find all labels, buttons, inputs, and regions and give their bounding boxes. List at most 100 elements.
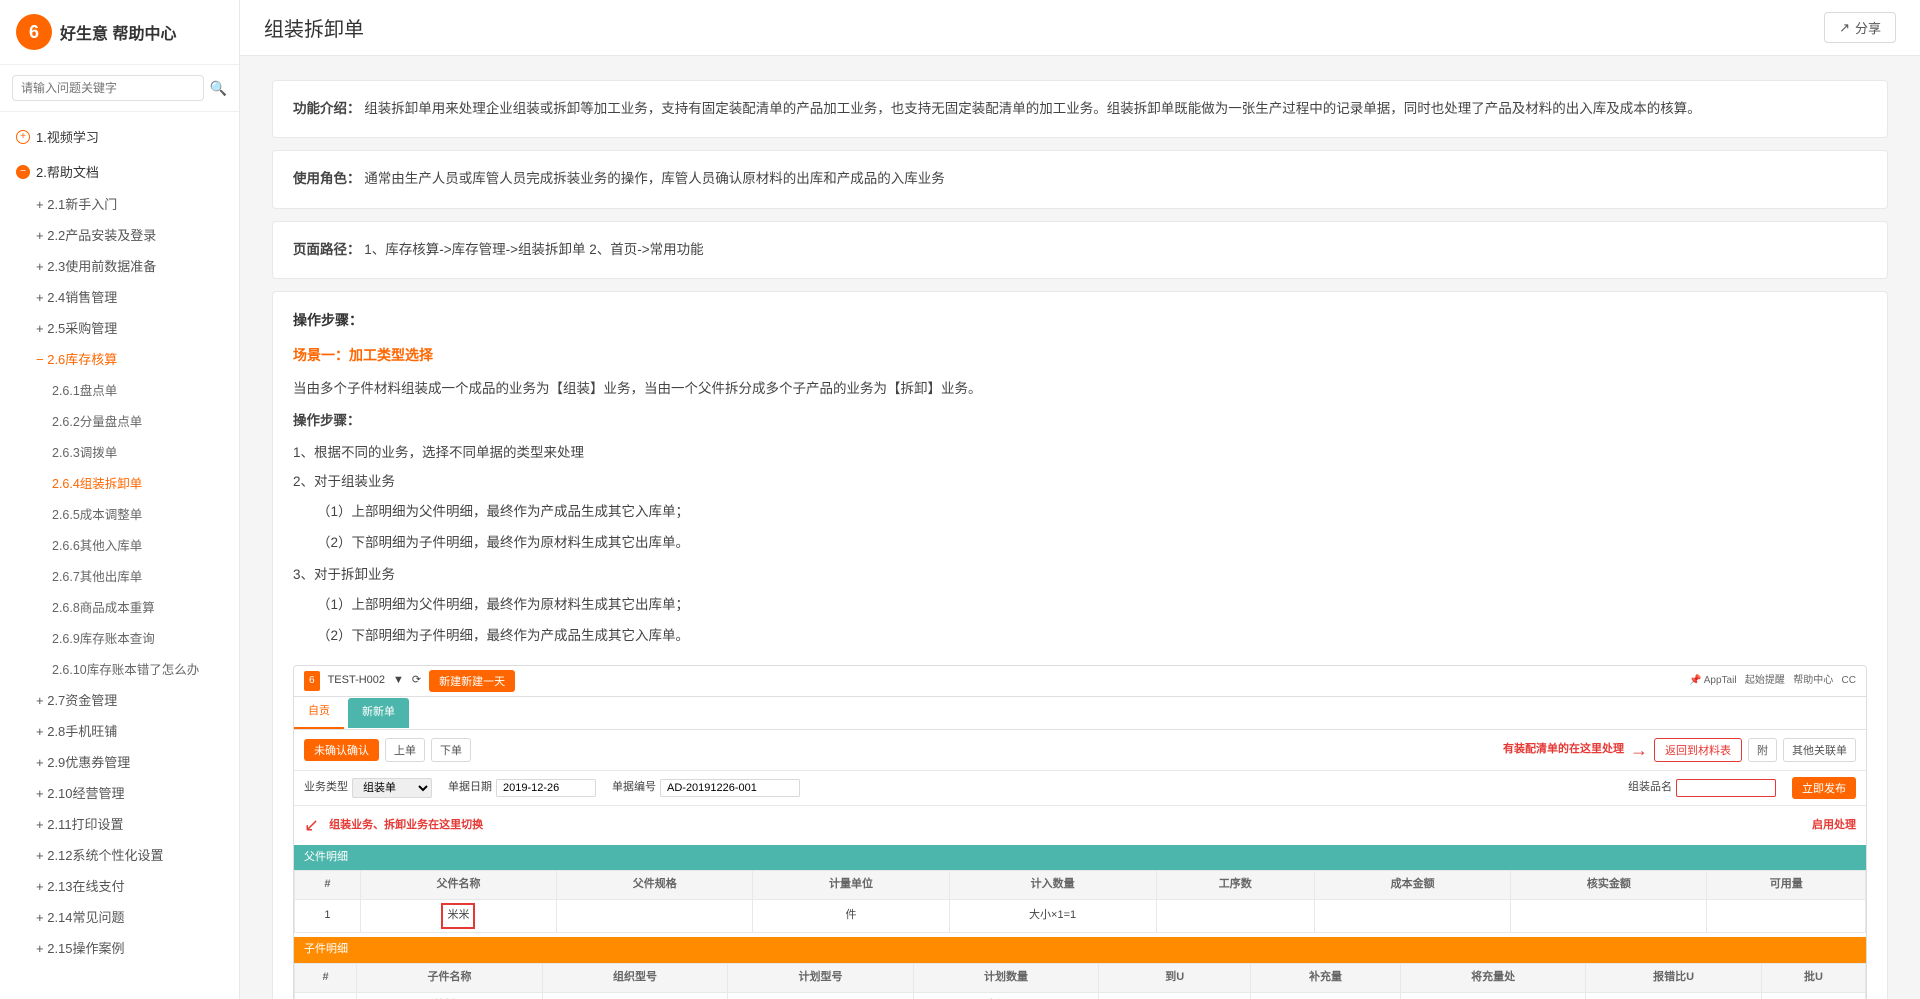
role-card: 使用角色： 通常由生产人员或库管人员完成拆装业务的操作，库管人员确认原材料的出库… [272, 150, 1888, 208]
sidebar-nav: + 1.视频学习 − 2.帮助文档 + 2.1新手入门 + 2.2产品安装及登录 [0, 112, 239, 999]
search-button[interactable]: 🔍 [210, 80, 227, 97]
sim-t2-th-supp: 补充量 [1251, 963, 1401, 992]
sim-child-section: 子件明细 [294, 937, 1866, 963]
collapse-icon: − [16, 165, 30, 179]
sim-th-cost: 成本金额 [1314, 871, 1510, 900]
sim-orgname-field: 组装品名 [1628, 777, 1776, 799]
annotation-middle: 组装业务、拆卸业务在这里切换 [329, 816, 483, 836]
sidebar-item-print[interactable]: + 2.11打印设置 [0, 808, 239, 839]
sim-th-num: # [295, 871, 361, 900]
share-button[interactable]: ↗ 分享 [1824, 12, 1896, 43]
sim-tab-new[interactable]: 新新单 [348, 698, 409, 728]
sidebar-item-payment[interactable]: + 2.13在线支付 [0, 870, 239, 901]
sim-next-btn[interactable]: 下单 [431, 738, 471, 762]
sim-back-btn[interactable]: 返回到材料表 [1654, 738, 1742, 762]
sidebar-item-cases[interactable]: + 2.15操作案例 [0, 932, 239, 963]
sidebar-item-install[interactable]: + 2.2产品安装及登录 [0, 219, 239, 250]
sidebar-item-purchase[interactable]: + 2.5采购管理 [0, 312, 239, 343]
table-row: 1 米米 件 大小×1=1 [295, 900, 1866, 933]
sim-confirm-btn[interactable]: 立即发布 [1792, 777, 1856, 799]
sidebar-item-cost-recalc[interactable]: 2.6.8商品成本重算 [0, 591, 239, 622]
sidebar-item-label: 2.8手机旺铺 [47, 724, 117, 739]
sim-new-btn[interactable]: 新建新建一天 [429, 670, 515, 692]
sidebar-item-ledger-query[interactable]: 2.6.9库存账本查询 [0, 622, 239, 653]
sidebar-item-ledger-error[interactable]: 2.6.10库存账本错了怎么办 [0, 653, 239, 684]
intro-card: 功能介绍： 组装拆卸单用来处理企业组装或拆卸等加工业务，支持有固定装配清单的产品… [272, 80, 1888, 138]
sidebar-item-label: 2.帮助文档 [36, 162, 99, 181]
expand-icon: + [36, 290, 44, 305]
sim-t2-td-cname: 粮材 1 [357, 992, 543, 999]
sim-doc-type-select[interactable]: 组装单 拆卸单 [352, 778, 432, 798]
sim-prev-btn[interactable]: 上单 [385, 738, 425, 762]
role-text: 通常由生产人员或库管人员完成拆装业务的操作，库管人员确认原材料的出库和产成品的入… [364, 171, 945, 186]
sim-extra-btn[interactable]: 附 [1748, 738, 1777, 762]
sim-td-qty: 大小×1=1 [949, 900, 1156, 933]
sim-unconfirm-btn[interactable]: 未确认确认 [304, 739, 379, 761]
sidebar-item-label: 2.10经营管理 [47, 786, 124, 801]
sim-t2-td-batch [1761, 992, 1865, 999]
sidebar-item-other-out[interactable]: 2.6.7其他出库单 [0, 560, 239, 591]
sidebar-item-data-prep[interactable]: + 2.3使用前数据准备 [0, 250, 239, 281]
sidebar-item-transfer[interactable]: 2.6.3调拨单 [0, 436, 239, 467]
sidebar-item-video-learning[interactable]: + 1.视频学习 [0, 120, 239, 153]
expand-icon: + [16, 130, 30, 144]
sim-td-verify [1511, 900, 1707, 933]
sidebar-item-label: 2.12系统个性化设置 [47, 848, 163, 863]
sim-orgname-input[interactable] [1676, 779, 1776, 797]
sim-date-input[interactable] [496, 779, 596, 797]
sim-extra-btn2[interactable]: 其他关联单 [1783, 738, 1856, 762]
sim-top-bar: 6 TEST-H002 ▼ ⟳ 新建新建一天 📌 AppTail 起始提醒 帮助… [294, 666, 1866, 697]
nav-section-help-docs: − 2.帮助文档 + 2.1新手入门 + 2.2产品安装及登录 + 2.3使用前… [0, 155, 239, 963]
sidebar-item-label: 2.13在线支付 [47, 879, 124, 894]
logo-text: 好生意 帮助中心 [60, 20, 176, 44]
sidebar-item-label: 1.视频学习 [36, 127, 99, 146]
sidebar-item-cost-adjust[interactable]: 2.6.5成本调整单 [0, 498, 239, 529]
logo-icon: 6 [16, 14, 52, 50]
sidebar-item-custom[interactable]: + 2.12系统个性化设置 [0, 839, 239, 870]
search-input[interactable] [12, 75, 204, 101]
sidebar-item-assembly[interactable]: 2.6.4组装拆卸单 [0, 467, 239, 498]
sim-t2-td-ratio: 0.00 [1586, 992, 1762, 999]
sidebar-item-other-in[interactable]: 2.6.6其他入库单 [0, 529, 239, 560]
sim-table2: # 子件名称 组织型号 计划型号 计划数量 到U 补充量 将充量处 报错比U [294, 963, 1866, 999]
sim-system-name: TEST-H002 [328, 671, 385, 691]
step3: 3、对于拆卸业务 [293, 562, 1867, 588]
sim-td-pspec [557, 900, 753, 933]
sidebar-item-mobile[interactable]: + 2.8手机旺铺 [0, 715, 239, 746]
sim-top-icons: 📌 AppTail 起始提醒 帮助中心 CC [1689, 672, 1856, 690]
sidebar-item-help-docs[interactable]: − 2.帮助文档 [0, 155, 239, 188]
sim-doc-type-label: 业务类型 [304, 778, 348, 798]
scene-desc: 当由多个子件材料组装成一个成品的业务为【组装】业务，当由一个父件拆分成多个子产品… [293, 376, 1867, 402]
sidebar-item-finance[interactable]: + 2.7资金管理 [0, 684, 239, 715]
sim-toolbar: 未确认确认 上单 下单 有装配清单的在这里处理 → 返回到材料表 附 其他关联单 [294, 730, 1866, 771]
sidebar-item-stocktake[interactable]: 2.6.1盘点单 [0, 374, 239, 405]
expand-icon: + [36, 786, 44, 801]
sidebar-item-operations[interactable]: + 2.10经营管理 [0, 777, 239, 808]
step2: 2、对于组装业务 [293, 469, 1867, 495]
sim-t2-th-ratio: 报错比U [1586, 963, 1762, 992]
path-card: 页面路径： 1、库存核算->库存管理->组装拆卸单 2、首页->常用功能 [272, 221, 1888, 279]
sim-docno-input[interactable] [660, 779, 800, 797]
sidebar-item-inventory[interactable]: − 2.6库存核算 [0, 343, 239, 374]
sim-td-proc [1156, 900, 1314, 933]
sidebar-item-label: 2.6库存核算 [47, 352, 117, 367]
sidebar-item-coupon[interactable]: + 2.9优惠券管理 [0, 746, 239, 777]
sidebar-item-new-user[interactable]: + 2.1新手入门 [0, 188, 239, 219]
sim-tab-home[interactable]: 自贡 [294, 697, 344, 729]
step2-sub1: （1）上部明细为父件明细，最终作为产成品生成其它入库单； [317, 499, 1867, 525]
sidebar-item-faq[interactable]: + 2.14常见问题 [0, 901, 239, 932]
sim-th-parent-name: 父件名称 [360, 871, 556, 900]
expand-icon: + [36, 941, 44, 956]
sidebar-item-sales[interactable]: + 2.4销售管理 [0, 281, 239, 312]
sidebar-item-label: 2.1新手入门 [47, 197, 117, 212]
sidebar-item-partial-stocktake[interactable]: 2.6.2分量盘点单 [0, 405, 239, 436]
sim-t2-th-num: # [295, 963, 357, 992]
sim-t2-td-planqty: 大份(个) [913, 992, 1099, 999]
sim-logo-icon: 6 [304, 671, 320, 691]
scene-title: 场景一：加工类型选择 [293, 343, 1867, 368]
sim-table2-wrap: # 子件名称 组织型号 计划型号 计划数量 到U 补充量 将充量处 报错比U [294, 963, 1866, 999]
step3-sub1: （1）上部明细为父件明细，最终作为原材料生成其它出库单； [317, 592, 1867, 618]
sim-date-label: 单据日期 [448, 778, 492, 798]
sidebar-item-label: 2.4销售管理 [47, 290, 117, 305]
sim-t2-th-supptype: 将充量处 [1400, 963, 1586, 992]
